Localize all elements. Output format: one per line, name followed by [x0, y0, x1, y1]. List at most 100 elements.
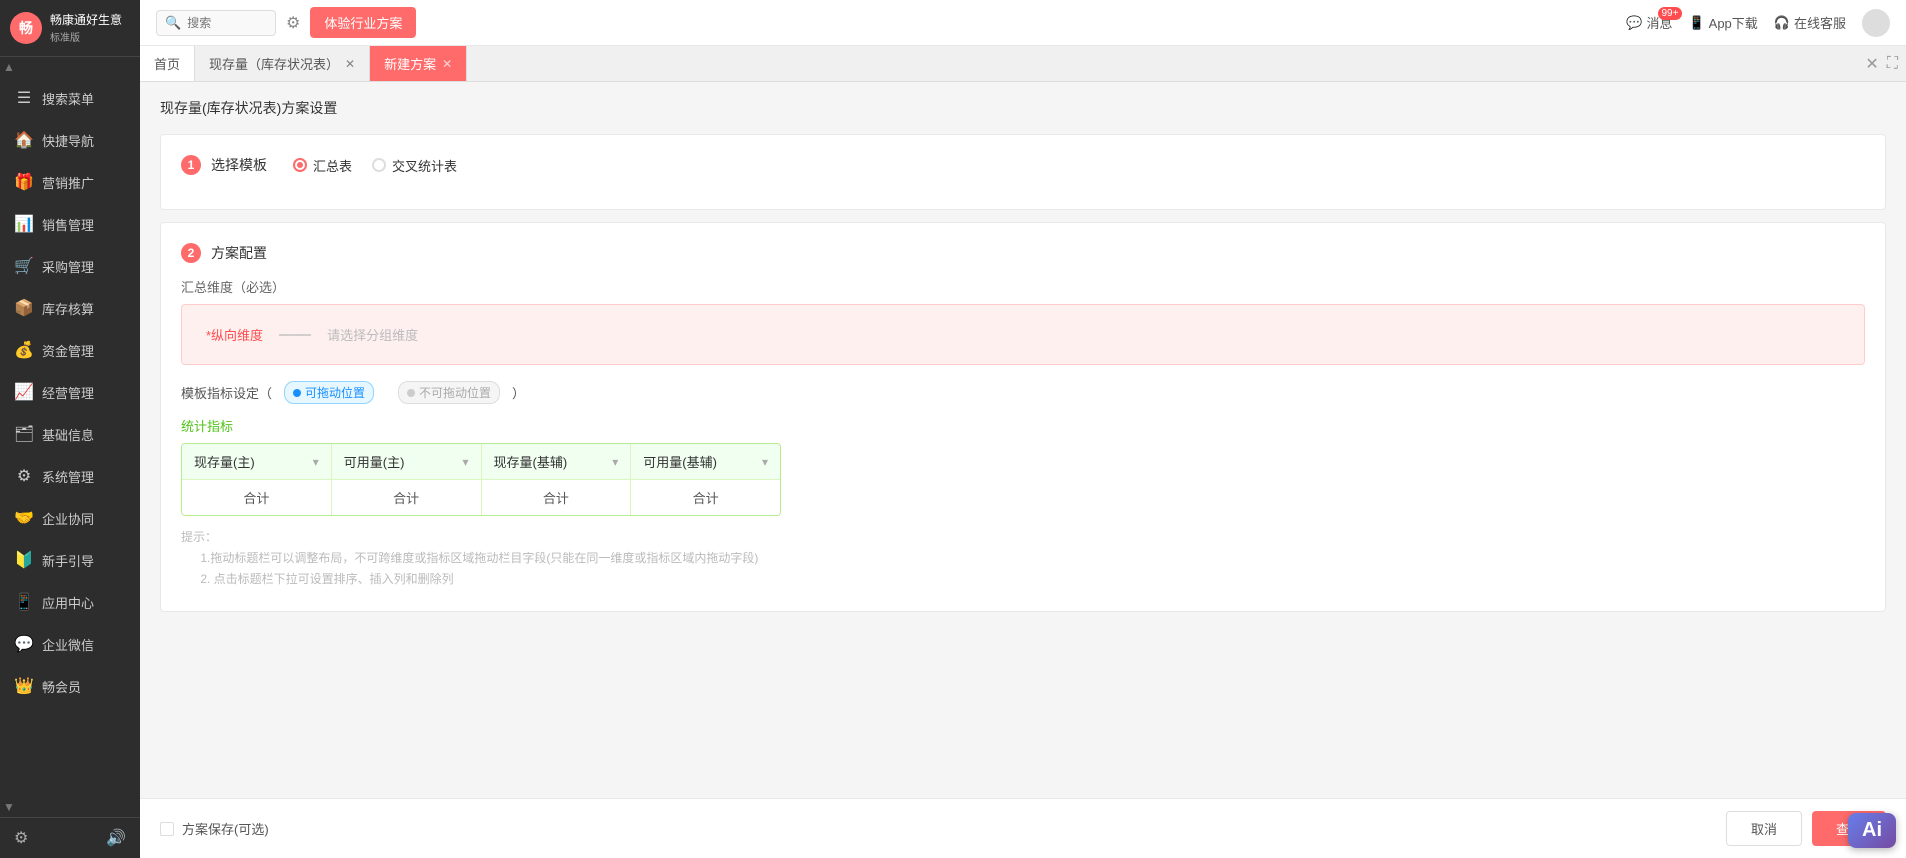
fixed-dot [407, 389, 415, 397]
search-icon: 🔍 [165, 15, 181, 31]
sound-icon[interactable]: 🔊 [106, 828, 126, 848]
dimension-required-label: *纵向维度 [206, 325, 263, 344]
save-option: 方案保存(可选) [160, 819, 269, 838]
tab-close-new-plan[interactable]: ✕ [442, 57, 452, 71]
app-logo: 畅 畅康通好生意 标准版 [0, 0, 140, 57]
stats-table-header: 现存量(主) ▾ 可用量(主) ▾ 现存量(基辅) ▾ 可用量(基辅) [182, 444, 780, 480]
topbar-left: 🔍 ⚙ 体验行业方案 [156, 7, 416, 38]
trial-btn[interactable]: 体验行业方案 [310, 7, 416, 38]
template-settings-suffix: ） [512, 383, 525, 402]
stats-col-0[interactable]: 现存量(主) ▾ [182, 444, 332, 479]
main-content: 🔍 ⚙ 体验行业方案 💬 消息 99+ 📱 App下载 🎧 在线客服 [140, 0, 1906, 858]
logo-text: 畅康通好生意 标准版 [50, 12, 122, 44]
sidebar-scroll-up[interactable]: ▲ [0, 57, 140, 77]
topbar-right: 💬 消息 99+ 📱 App下载 🎧 在线客服 [1626, 9, 1890, 37]
col-1-arrow[interactable]: ▾ [462, 455, 468, 469]
template-settings-label: 模板指标设定（ [181, 383, 272, 402]
movable-dot [293, 389, 301, 397]
stats-table-body: 合计 合计 合计 合计 [182, 480, 780, 515]
online-service-btn[interactable]: 🎧 在线客服 [1774, 13, 1846, 32]
topbar-settings-icon[interactable]: ⚙ [286, 13, 300, 33]
stats-table: 现存量(主) ▾ 可用量(主) ▾ 现存量(基辅) ▾ 可用量(基辅) [181, 443, 781, 516]
tabs-bar: 首页 现存量（库存状况表） ✕ 新建方案 ✕ ✕ ⛶ [140, 46, 1906, 82]
tips-section: 提示： 1.拖动标题栏可以调整布局，不可跨维度或指标区域拖动栏目字段(只能在同一… [181, 528, 1865, 587]
tip-1: 1.拖动标题栏可以调整布局，不可跨维度或指标区域拖动栏目字段(只能在同一维度或指… [181, 549, 1865, 566]
stats-col-3[interactable]: 可用量(基辅) ▾ [631, 444, 780, 479]
col-2-arrow[interactable]: ▾ [612, 455, 618, 469]
dimension-box[interactable]: *纵向维度 —— 请选择分组维度 [181, 304, 1865, 365]
stats-col-2[interactable]: 现存量(基辅) ▾ [482, 444, 632, 479]
tab-inventory-status[interactable]: 现存量（库存状况表） ✕ [195, 46, 370, 81]
sidebar-nav: ☰ 搜索菜单 🏠 快捷导航 🎁 营销推广 📊 销售管理 🛒 采购管理 📦 库存核… [0, 77, 140, 797]
user-avatar[interactable] [1862, 9, 1890, 37]
app-download-btn[interactable]: 📱 App下载 [1688, 13, 1757, 32]
sidebar-item-search-menu[interactable]: ☰ 搜索菜单 [0, 77, 140, 119]
sidebar-item-guide[interactable]: 🔰 新手引导 [0, 539, 140, 581]
save-checkbox[interactable] [160, 822, 174, 836]
bottom-bar: 方案保存(可选) 取消 查询 [140, 798, 1906, 858]
sidebar-item-vip[interactable]: 👑 畅会员 [0, 665, 140, 707]
step2-card: 2 方案配置 汇总维度（必选） *纵向维度 —— 请选择分组维度 模板指标设定（… [160, 222, 1886, 612]
tips-label: 提示： [181, 528, 1865, 545]
template-settings: 模板指标设定（ 可拖动位置 不可拖动位置 ） [181, 381, 1865, 404]
money-icon: 💰 [14, 340, 34, 360]
col-3-arrow[interactable]: ▾ [762, 455, 768, 469]
radio-cross[interactable]: 交叉统计表 [372, 156, 457, 175]
stats-body-0: 合计 [182, 480, 332, 515]
cancel-button[interactable]: 取消 [1726, 811, 1802, 846]
gift-icon: 🎁 [14, 172, 34, 192]
stats-section: 统计指标 现存量(主) ▾ 可用量(主) ▾ 现存量(基辅) [181, 416, 1865, 516]
handshake-icon: 🤝 [14, 508, 34, 528]
radio-summary-circle [293, 158, 307, 172]
folder-icon: 🗂 [14, 424, 34, 444]
dimension-arrow: —— [279, 326, 311, 344]
sidebar-item-marketing[interactable]: 🎁 营销推广 [0, 161, 140, 203]
stats-body-1: 合计 [332, 480, 482, 515]
message-icon: 💬 [1626, 15, 1642, 31]
ai-badge[interactable]: Ai [1848, 813, 1896, 848]
sidebar-item-finance[interactable]: 💰 资金管理 [0, 329, 140, 371]
sidebar-item-app-center[interactable]: 📱 应用中心 [0, 581, 140, 623]
headset-icon: 🎧 [1774, 15, 1790, 31]
message-btn[interactable]: 💬 消息 99+ [1626, 13, 1672, 32]
dimension-placeholder: 请选择分组维度 [327, 325, 418, 344]
tabs-right: ✕ ⛶ [1865, 54, 1906, 74]
sidebar-item-sales[interactable]: 📊 销售管理 [0, 203, 140, 245]
logo-icon: 畅 [10, 12, 42, 44]
tab-close-inventory[interactable]: ✕ [345, 57, 355, 71]
col-0-arrow[interactable]: ▾ [313, 455, 319, 469]
template-radio-group: 汇总表 交叉统计表 [293, 156, 457, 175]
tab-new-plan[interactable]: 新建方案 ✕ [370, 46, 467, 81]
step2-header: 2 方案配置 [181, 243, 1865, 263]
sidebar-item-inventory[interactable]: 📦 库存核算 [0, 287, 140, 329]
sidebar-item-wechat[interactable]: 💬 企业微信 [0, 623, 140, 665]
sidebar: 畅 畅康通好生意 标准版 ▲ ☰ 搜索菜单 🏠 快捷导航 🎁 营销推广 📊 销售… [0, 0, 140, 858]
sidebar-scroll-down[interactable]: ▼ [0, 797, 140, 817]
sidebar-item-operations[interactable]: 📈 经营管理 [0, 371, 140, 413]
sidebar-item-system[interactable]: ⚙ 系统管理 [0, 455, 140, 497]
cart-icon: 🛒 [14, 256, 34, 276]
search-box[interactable]: 🔍 [156, 10, 276, 36]
tab-close-icon[interactable]: ✕ [1865, 54, 1878, 74]
sidebar-item-purchase[interactable]: 🛒 采购管理 [0, 245, 140, 287]
stats-body-3: 合计 [631, 480, 780, 515]
wechat-icon: 💬 [14, 634, 34, 654]
home-icon: 🏠 [14, 130, 34, 150]
tab-home[interactable]: 首页 [140, 46, 195, 81]
topbar: 🔍 ⚙ 体验行业方案 💬 消息 99+ 📱 App下载 🎧 在线客服 [140, 0, 1906, 46]
sidebar-item-base-info[interactable]: 🗂 基础信息 [0, 413, 140, 455]
sidebar-item-quick-nav[interactable]: 🏠 快捷导航 [0, 119, 140, 161]
tab-expand-icon[interactable]: ⛶ [1887, 55, 1898, 73]
sidebar-item-cooperation[interactable]: 🤝 企业协同 [0, 497, 140, 539]
badge-icon: 🔰 [14, 550, 34, 570]
search-input[interactable] [187, 16, 267, 30]
crown-icon: 👑 [14, 676, 34, 696]
step1-header: 1 选择模板 汇总表 交叉统计表 [181, 155, 1865, 175]
radio-summary[interactable]: 汇总表 [293, 156, 352, 175]
stats-col-1[interactable]: 可用量(主) ▾ [332, 444, 482, 479]
chart-icon: 📊 [14, 214, 34, 234]
fixed-tag: 不可拖动位置 [398, 381, 500, 404]
app-icon: 📱 [1688, 15, 1704, 31]
settings-bottom-icon[interactable]: ⚙ [14, 828, 28, 848]
dimension-label: 汇总维度（必选） [181, 277, 1865, 296]
